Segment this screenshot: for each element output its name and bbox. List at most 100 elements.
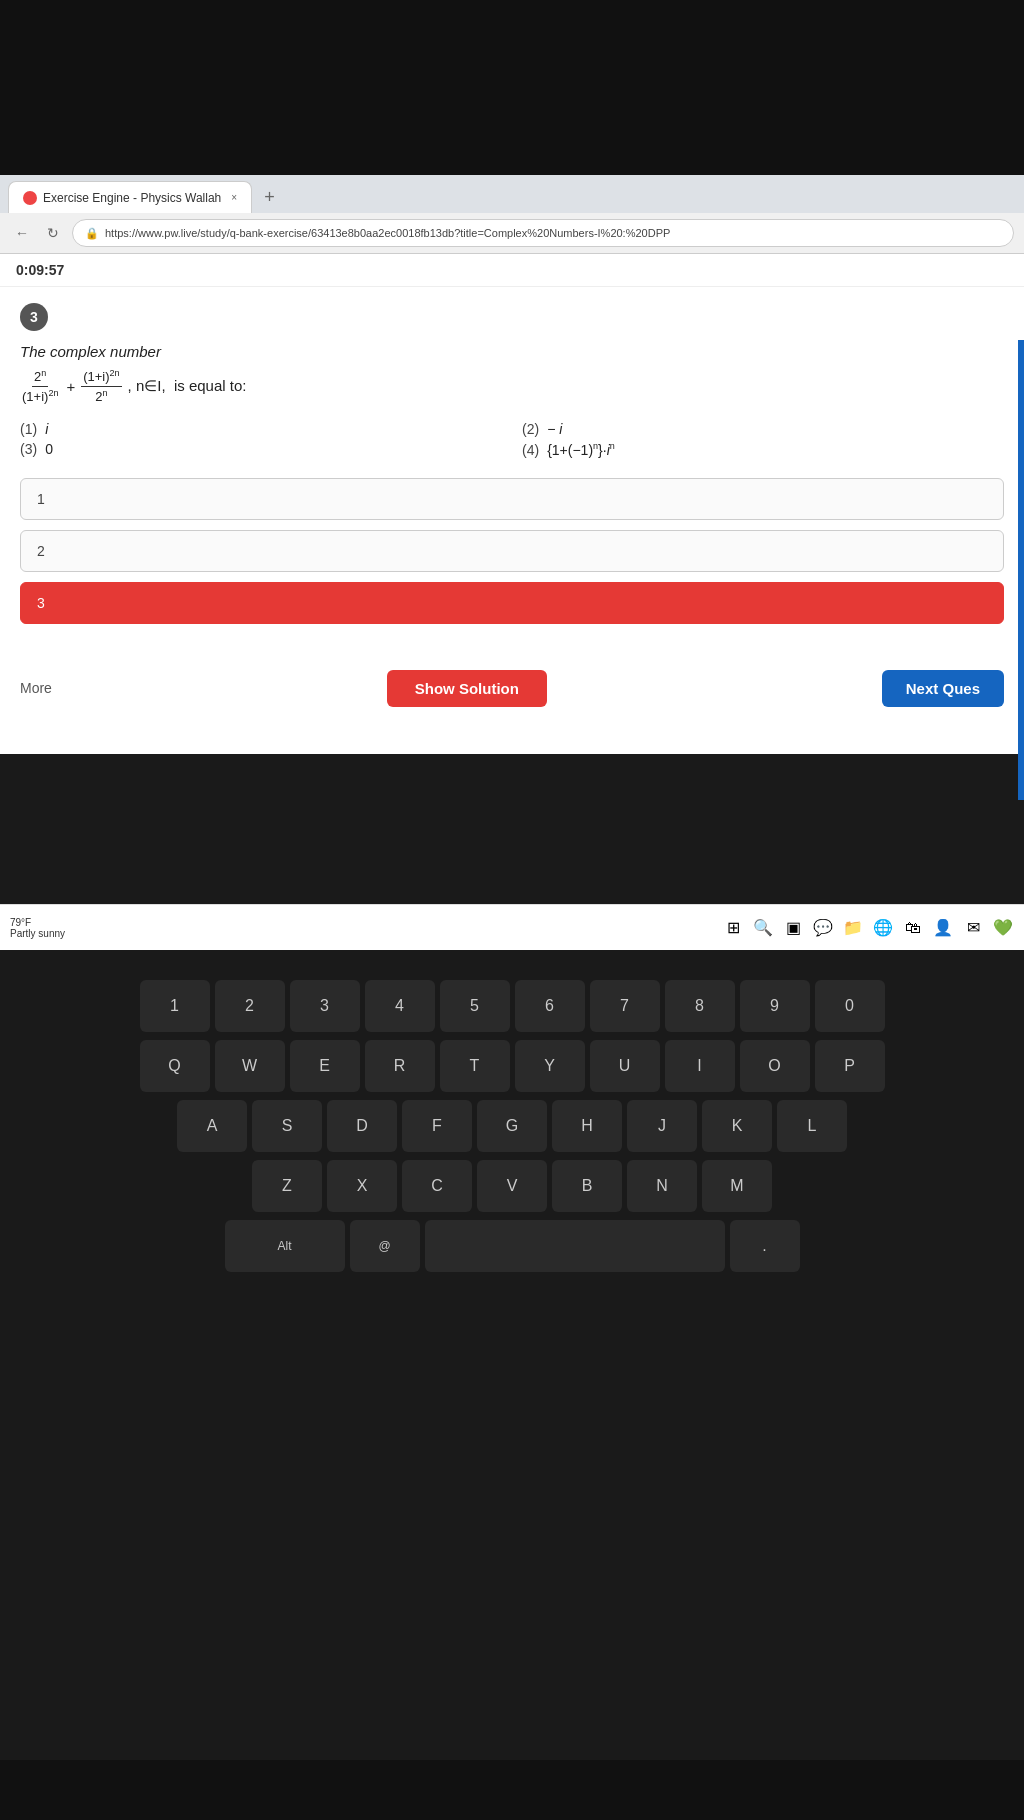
- key-n[interactable]: N: [627, 1160, 697, 1212]
- answer-box-1-label: 1: [37, 491, 45, 507]
- next-question-button[interactable]: Next Ques: [882, 670, 1004, 707]
- key-alt[interactable]: Alt: [225, 1220, 345, 1272]
- key-h[interactable]: H: [552, 1100, 622, 1152]
- browser-chrome: Exercise Engine - Physics Wallah × + ← ↻…: [0, 175, 1024, 254]
- key-e[interactable]: E: [290, 1040, 360, 1092]
- key-w[interactable]: W: [215, 1040, 285, 1092]
- answer-box-2[interactable]: 2: [20, 530, 1004, 572]
- page-content: 0:09:57 3 The complex number 2n (1+i)2n …: [0, 254, 1024, 754]
- key-4[interactable]: 4: [365, 980, 435, 1032]
- key-8[interactable]: 8: [665, 980, 735, 1032]
- search-icon[interactable]: 🔍: [752, 917, 774, 939]
- key-j[interactable]: J: [627, 1100, 697, 1152]
- avatar-icon[interactable]: 👤: [932, 917, 954, 939]
- question-area: 3 The complex number 2n (1+i)2n + (1+i)2…: [0, 287, 1024, 660]
- key-9[interactable]: 9: [740, 980, 810, 1032]
- tab-favicon: [23, 191, 37, 205]
- plus-sign: +: [66, 378, 75, 395]
- key-at[interactable]: @: [350, 1220, 420, 1272]
- keyboard-area: 1 2 3 4 5 6 7 8 9 0 Q W E R T Y U I O P …: [0, 950, 1024, 1820]
- taskbar: 79°F Partly sunny ⊞ 🔍 ▣ 💬 📁 🌐 🛍 👤 ✉ 💚: [0, 904, 1024, 950]
- mail-icon[interactable]: ✉: [962, 917, 984, 939]
- key-6[interactable]: 6: [515, 980, 585, 1032]
- option-3-value: 0: [45, 441, 53, 457]
- key-s[interactable]: S: [252, 1100, 322, 1152]
- back-button[interactable]: ←: [10, 223, 34, 243]
- key-2[interactable]: 2: [215, 980, 285, 1032]
- more-button[interactable]: More: [20, 680, 52, 696]
- active-tab[interactable]: Exercise Engine - Physics Wallah ×: [8, 181, 252, 213]
- timer-display: 0:09:57: [16, 262, 64, 278]
- key-t[interactable]: T: [440, 1040, 510, 1092]
- browser-icon[interactable]: 🌐: [872, 917, 894, 939]
- option-4: (4) {1+(−1)n}·in: [522, 441, 1004, 458]
- reload-button[interactable]: ↻: [42, 223, 64, 243]
- option-4-value: {1+(−1)n}·in: [547, 441, 615, 458]
- key-c[interactable]: C: [402, 1160, 472, 1212]
- taskbar-icons: ⊞ 🔍 ▣ 💬 📁 🌐 🛍 👤 ✉ 💚: [722, 917, 1014, 939]
- key-v[interactable]: V: [477, 1160, 547, 1212]
- option-3: (3) 0: [20, 441, 502, 458]
- key-m[interactable]: M: [702, 1160, 772, 1212]
- timer-row: 0:09:57: [0, 254, 1024, 287]
- option-2-value: − i: [547, 421, 562, 437]
- tab-label: Exercise Engine - Physics Wallah: [43, 191, 221, 205]
- progress-indicator: [1018, 340, 1024, 800]
- laptop-top-bezel: [0, 0, 1024, 175]
- answer-box-3-label: 3: [37, 595, 45, 611]
- key-r[interactable]: R: [365, 1040, 435, 1092]
- key-d[interactable]: D: [327, 1100, 397, 1152]
- key-q[interactable]: Q: [140, 1040, 210, 1092]
- lock-icon: 🔒: [85, 227, 99, 240]
- key-z[interactable]: Z: [252, 1160, 322, 1212]
- keyboard-row-q: Q W E R T Y U I O P: [0, 1040, 1024, 1092]
- keyboard-row-a: A S D F G H J K L: [0, 1100, 1024, 1152]
- key-f[interactable]: F: [402, 1100, 472, 1152]
- key-3[interactable]: 3: [290, 980, 360, 1032]
- key-b[interactable]: B: [552, 1160, 622, 1212]
- key-1[interactable]: 1: [140, 980, 210, 1032]
- keyboard-row-bottom: Alt @ .: [0, 1220, 1024, 1272]
- key-l[interactable]: L: [777, 1100, 847, 1152]
- keyboard-row-numbers: 1 2 3 4 5 6 7 8 9 0: [0, 980, 1024, 1032]
- messaging-icon[interactable]: 💚: [992, 917, 1014, 939]
- answer-box-1[interactable]: 1: [20, 478, 1004, 520]
- key-y[interactable]: Y: [515, 1040, 585, 1092]
- laptop-bottom-bezel: [0, 1760, 1024, 1820]
- question-intro-text: The complex number: [20, 343, 1004, 360]
- key-0[interactable]: 0: [815, 980, 885, 1032]
- bottom-buttons: More Show Solution Next Ques: [0, 660, 1024, 717]
- keyboard-row-z: Z X C V B N M: [0, 1160, 1024, 1212]
- key-period[interactable]: .: [730, 1220, 800, 1272]
- key-x[interactable]: X: [327, 1160, 397, 1212]
- folder-icon[interactable]: 📁: [842, 917, 864, 939]
- question-number-badge: 3: [20, 303, 48, 331]
- key-k[interactable]: K: [702, 1100, 772, 1152]
- key-5[interactable]: 5: [440, 980, 510, 1032]
- key-space[interactable]: [425, 1220, 725, 1272]
- math-formula: 2n (1+i)2n + (1+i)2n 2n , n∈I, is equal …: [20, 368, 1004, 405]
- key-i[interactable]: I: [665, 1040, 735, 1092]
- chat-icon[interactable]: 💬: [812, 917, 834, 939]
- key-p[interactable]: P: [815, 1040, 885, 1092]
- option-2: (2) − i: [522, 421, 1004, 437]
- address-bar-row: ← ↻ 🔒 https://www.pw.live/study/q-bank-e…: [0, 213, 1024, 253]
- key-7[interactable]: 7: [590, 980, 660, 1032]
- key-u[interactable]: U: [590, 1040, 660, 1092]
- answer-box-3[interactable]: 3: [20, 582, 1004, 624]
- taskview-icon[interactable]: ▣: [782, 917, 804, 939]
- option-1-value: i: [45, 421, 48, 437]
- key-g[interactable]: G: [477, 1100, 547, 1152]
- key-o[interactable]: O: [740, 1040, 810, 1092]
- url-text: https://www.pw.live/study/q-bank-exercis…: [105, 227, 670, 239]
- key-a[interactable]: A: [177, 1100, 247, 1152]
- tab-close-icon[interactable]: ×: [231, 192, 237, 203]
- answer-options: 1 2 3: [20, 478, 1004, 624]
- show-solution-button[interactable]: Show Solution: [387, 670, 547, 707]
- option-1: (1) i: [20, 421, 502, 437]
- windows-icon[interactable]: ⊞: [722, 917, 744, 939]
- weather-temp: 79°F: [10, 917, 65, 928]
- new-tab-button[interactable]: +: [258, 187, 281, 208]
- store-icon[interactable]: 🛍: [902, 917, 924, 939]
- address-bar[interactable]: 🔒 https://www.pw.live/study/q-bank-exerc…: [72, 219, 1014, 247]
